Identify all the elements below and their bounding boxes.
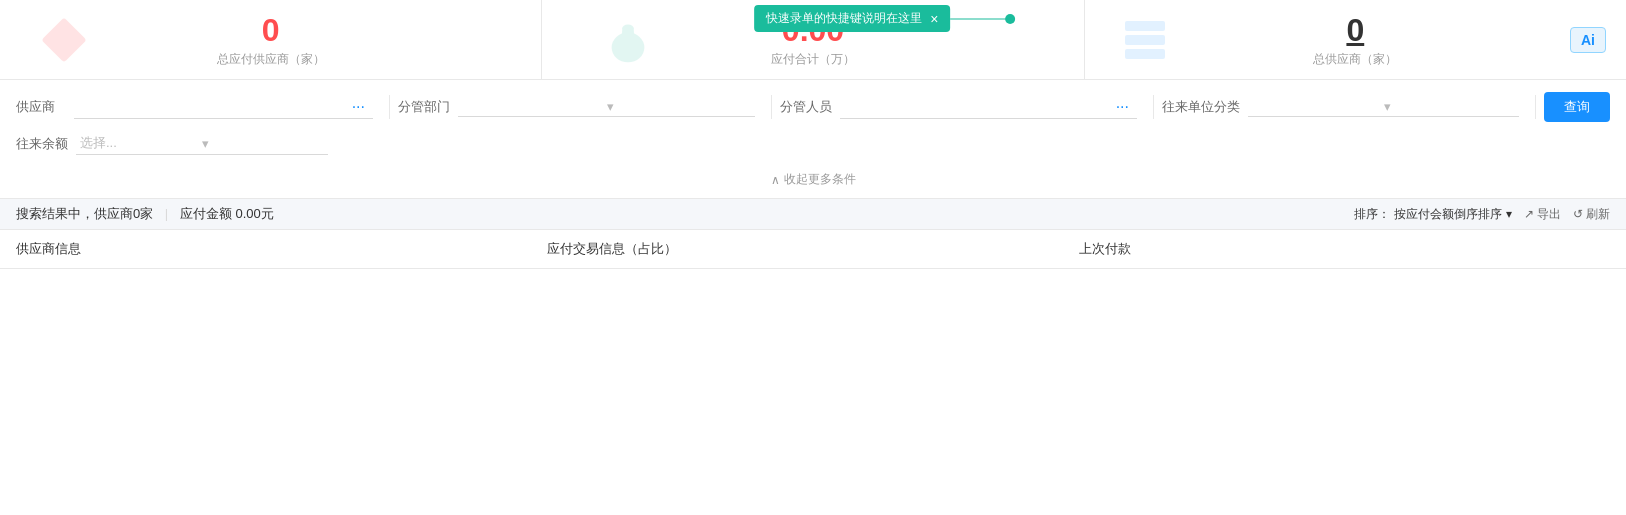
sort-value: 按应付会额倒序排序 [1394,206,1502,223]
unit-chevron-icon: ▾ [1384,99,1516,114]
export-icon: ↗ [1524,207,1534,221]
filter-bar: 供应商 ··· 分管部门 ▾ 分管人员 ··· [0,80,1626,199]
svg-point-3 [622,24,634,33]
filter-dept: 分管部门 ▾ [398,97,763,117]
refresh-button[interactable]: ↺ 刷新 [1573,206,1610,223]
stat-payable-total: 0.00 应付合计（万） 快速录单的快捷键说明在这里 × [542,0,1084,79]
table-col-supplier: 供应商信息 [16,240,547,258]
collapse-icon: ∧ [771,173,780,187]
shortcut-tooltip: 快速录单的快捷键说明在这里 × [754,5,950,32]
sort-chevron-icon: ▾ [1506,207,1512,221]
filter-unit: 往来单位分类 ▾ [1162,97,1527,117]
export-label: 导出 [1537,206,1561,223]
supplier-filter-dots[interactable]: ··· [348,98,369,116]
collapse-label: 收起更多条件 [784,171,856,188]
person-filter-input-wrap[interactable]: ··· [840,96,1137,119]
total-supplier-number: 0 [1346,11,1364,49]
result-bar: 搜索结果中，供应商0家 | 应付金额 0.00元 排序： 按应付会额倒序排序 ▾… [0,199,1626,230]
person-filter-dots[interactable]: ··· [1112,98,1133,116]
dept-chevron-icon: ▾ [607,99,752,114]
result-info-text: 搜索结果中，供应商0家 [16,206,153,221]
table-col-last-payment: 上次付款 [1079,240,1610,258]
supplier-count-number: 0 [262,11,280,49]
diamond-icon [40,16,88,64]
unit-filter-select[interactable]: ▾ [1248,97,1519,117]
result-info: 搜索结果中，供应商0家 | 应付金额 0.00元 [16,205,274,223]
sort-select[interactable]: 排序： 按应付会额倒序排序 ▾ [1354,206,1512,223]
refresh-icon: ↺ [1573,207,1583,221]
sort-label: 排序： [1354,206,1390,223]
filter-divider-2 [771,95,772,119]
tooltip-close-btn[interactable]: × [930,12,938,26]
supplier-filter-input[interactable] [78,99,348,114]
balance-filter-placeholder: 选择... [80,134,202,152]
filter-divider-1 [389,95,390,119]
money-bag-icon [602,14,654,66]
payable-total-label: 应付合计（万） [771,51,855,68]
svg-rect-0 [41,17,86,62]
balance-chevron-icon: ▾ [202,136,324,151]
result-actions: 排序： 按应付会额倒序排序 ▾ ↗ 导出 ↺ 刷新 [1354,206,1610,223]
unit-filter-label: 往来单位分类 [1162,98,1240,116]
collapse-button[interactable]: ∧ 收起更多条件 [771,171,856,188]
balance-filter-label: 往来余额 [16,135,68,153]
filter-row-1: 供应商 ··· 分管部门 ▾ 分管人员 ··· [16,92,1610,122]
supplier-count-label: 总应付供应商（家） [217,51,325,68]
filter-supplier: 供应商 ··· [16,96,381,119]
export-button[interactable]: ↗ 导出 [1524,206,1561,223]
supplier-filter-input-wrap[interactable]: ··· [74,96,373,119]
refresh-label: 刷新 [1586,206,1610,223]
stat-supplier-count: 0 总应付供应商（家） [0,0,542,79]
total-supplier-label: 总供应商（家） [1313,51,1397,68]
tooltip-dot [1005,14,1015,24]
stats-bar: 0 总应付供应商（家） 0.00 应付合计（万） 快速录单的快捷键说明在这里 ×… [0,0,1626,80]
stat-total-supplier: 0 总供应商（家） Ai [1085,0,1626,79]
person-filter-label: 分管人员 [780,98,832,116]
collapse-bar: ∧ 收起更多条件 [16,165,1610,198]
table-col-transaction: 应付交易信息（占比） [547,240,1078,258]
result-divider: | [165,206,168,221]
balance-filter-select[interactable]: 选择... ▾ [76,132,328,155]
filter-person: 分管人员 ··· [780,96,1145,119]
table-header: 供应商信息 应付交易信息（占比） 上次付款 [0,230,1626,269]
filter-divider-4 [1535,95,1536,119]
dept-filter-select[interactable]: ▾ [458,97,755,117]
person-filter-input[interactable] [844,99,1112,114]
filter-row-2: 往来余额 选择... ▾ [16,132,336,155]
tooltip-text: 快速录单的快捷键说明在这里 [766,10,922,27]
dept-filter-label: 分管部门 [398,98,450,116]
content-area [0,269,1626,515]
result-amount-text: 应付金额 0.00元 [180,206,274,221]
supplier-filter-label: 供应商 [16,98,66,116]
filter-divider-3 [1153,95,1154,119]
query-button[interactable]: 查询 [1544,92,1610,122]
ai-badge[interactable]: Ai [1570,27,1606,53]
